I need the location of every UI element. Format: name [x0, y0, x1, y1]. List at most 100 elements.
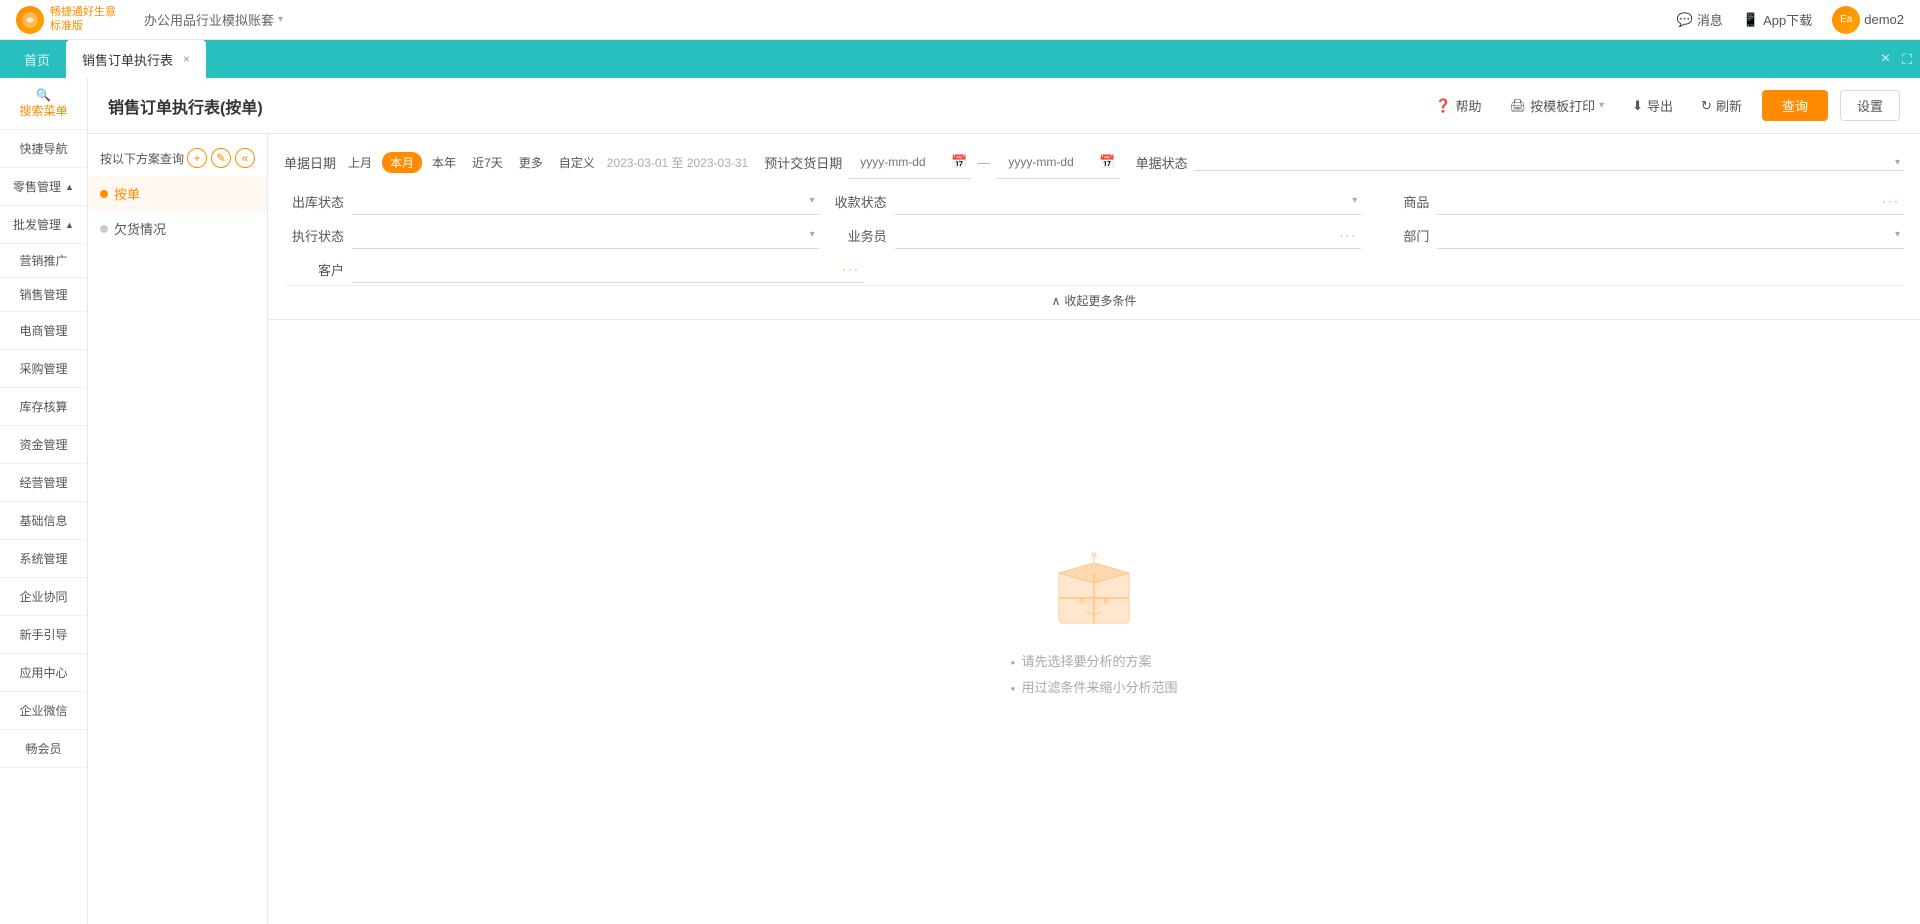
tab-bar: 首页 销售订单执行表 × × ⛶ — [0, 40, 1920, 78]
left-panel-actions: + ✎ « — [187, 148, 255, 168]
filter-form: 单据日期 上月 本月 本年 近7天 更多 自定义 2023-03-01 至 20… — [268, 134, 1920, 320]
filter-row-4: 客户 ··· — [284, 255, 1904, 283]
add-scheme-button[interactable]: + — [187, 148, 207, 168]
filter-row-2: 出库状态 ▾ 收款状态 ▾ 商品 ··· — [284, 187, 1904, 215]
message-icon: 💬 — [1677, 12, 1693, 28]
status-label: 单据状态 — [1136, 153, 1188, 172]
message-button[interactable]: 💬 消息 — [1677, 10, 1723, 29]
help-button[interactable]: ❓ 帮助 — [1427, 92, 1489, 119]
goods-field[interactable]: ··· — [1437, 187, 1904, 215]
empty-tip-1: 请先选择要分析的方案 — [1010, 649, 1177, 675]
expected-date-from-input[interactable] — [852, 148, 947, 176]
left-panel-header: 按以下方案查询 + ✎ « — [88, 144, 267, 176]
print-button[interactable]: 🖨 按模板打印 ▾ — [1502, 92, 1613, 119]
date-range-display: 2023-03-01 至 2023-03-31 — [607, 154, 748, 171]
scheme-item-backorder[interactable]: 欠货情况 — [88, 211, 267, 246]
expected-date-group: 预计交货日期 📅 — 📅 — [764, 146, 1119, 179]
exec-status-chevron: ▾ — [810, 229, 815, 240]
calendar-icon-from[interactable]: 📅 — [951, 154, 967, 170]
page-actions: ❓ 帮助 🖨 按模板打印 ▾ ⬇ 导出 ↻ 刷新 查询 设置 — [1427, 90, 1900, 121]
date-tab-custom[interactable]: 自定义 — [553, 152, 601, 173]
dept-field[interactable]: ▾ — [1437, 221, 1904, 249]
date-tab-this-year[interactable]: 本年 — [426, 152, 462, 173]
customer-label: 客户 — [284, 260, 344, 279]
scheme-item-single[interactable]: 按单 — [88, 176, 267, 211]
filter-row2-wrapper: 出库状态 ▾ 收款状态 ▾ 商品 ··· — [284, 187, 1904, 283]
sidebar-item-member[interactable]: 畅会员 — [0, 730, 87, 768]
sidebar-item-basic[interactable]: 基础信息 — [0, 502, 87, 540]
sidebar-item-collab[interactable]: 企业协同 — [0, 578, 87, 616]
sidebar-item-operations[interactable]: 经营管理 — [0, 464, 87, 502]
search-menu[interactable]: 🔍 搜索菜单 — [0, 78, 87, 130]
expected-date-to: 📅 — [996, 146, 1119, 179]
calendar-icon-to[interactable]: 📅 — [1099, 154, 1115, 170]
status-field[interactable]: ▾ — [1194, 155, 1904, 171]
sidebar-item-ecommerce[interactable]: 电商管理 — [0, 312, 87, 350]
exec-status-label: 执行状态 — [284, 226, 344, 245]
sidebar-item-finance[interactable]: 资金管理 — [0, 426, 87, 464]
left-panel-title: 按以下方案查询 — [100, 150, 184, 167]
empty-tip-2: 用过滤条件来缩小分析范围 — [1010, 675, 1177, 701]
help-icon: ❓ — [1435, 98, 1451, 114]
sidebar-item-appcenter[interactable]: 应用中心 — [0, 654, 87, 692]
sidebar: 🔍 搜索菜单 快捷导航 零售管理 ▲ 批发管理 ▲ 营销推广 销售管理 电商管理… — [0, 78, 88, 924]
empty-text-list: 请先选择要分析的方案 用过滤条件来缩小分析范围 — [1010, 649, 1177, 701]
goods-label: 商品 — [1369, 192, 1429, 211]
payment-chevron: ▾ — [1352, 195, 1357, 206]
payment-field[interactable]: ▾ — [895, 187, 1362, 215]
sidebar-item-sales[interactable]: 销售管理 — [0, 278, 87, 312]
refresh-button[interactable]: ↻ 刷新 — [1693, 92, 1750, 119]
sidebar-item-purchase[interactable]: 采购管理 — [0, 350, 87, 388]
customer-field[interactable]: ··· — [352, 255, 864, 283]
sidebar-item-system[interactable]: 系统管理 — [0, 540, 87, 578]
tab-close-icon[interactable]: × — [183, 52, 190, 66]
date-tab-last-month[interactable]: 上月 — [342, 152, 378, 173]
stockout-field[interactable]: ▾ — [352, 187, 819, 215]
query-button[interactable]: 查询 — [1762, 90, 1828, 121]
date-tab-7days[interactable]: 近7天 — [466, 152, 509, 173]
collapse-filter-button[interactable]: ∧ 收起更多条件 — [284, 285, 1904, 315]
header-right: 💬 消息 📱 App下载 Ea demo2 — [1677, 6, 1904, 34]
inactive-dot — [100, 225, 108, 233]
exec-status-field[interactable]: ▾ — [352, 221, 819, 249]
active-dot — [100, 190, 108, 198]
user-menu[interactable]: Ea demo2 — [1832, 6, 1904, 34]
collapse-icon: ∧ — [1052, 294, 1061, 308]
settings-button[interactable]: 设置 — [1840, 90, 1900, 121]
print-dropdown-icon: ▾ — [1599, 100, 1604, 111]
sidebar-item-enterprise-wechat[interactable]: 企业微信 — [0, 692, 87, 730]
salesperson-label: 业务员 — [827, 226, 887, 245]
main-layout: 🔍 搜索菜单 快捷导航 零售管理 ▲ 批发管理 ▲ 营销推广 销售管理 电商管理… — [0, 78, 1920, 924]
salesperson-field[interactable]: ··· — [895, 221, 1362, 249]
date-tab-more[interactable]: 更多 — [513, 152, 549, 173]
date-tab-this-month[interactable]: 本月 — [382, 152, 422, 173]
dept-chevron: ▾ — [1895, 229, 1900, 240]
sidebar-item-marketing[interactable]: 营销推广 — [0, 244, 87, 278]
close-window-icon[interactable]: × — [1881, 50, 1890, 68]
goods-dots: ··· — [1882, 194, 1900, 208]
tab-bar-right: × ⛶ — [1881, 50, 1912, 68]
breadcrumb[interactable]: 办公用品行业模拟账套 ▾ — [144, 10, 283, 29]
salesperson-dots: ··· — [1339, 228, 1357, 242]
date-separator: — — [977, 155, 990, 170]
export-icon: ⬇ — [1632, 98, 1643, 114]
sidebar-item-shortcut[interactable]: 快捷导航 — [0, 130, 87, 168]
tab-home[interactable]: 首页 — [8, 40, 66, 78]
status-chevron-icon: ▾ — [1895, 157, 1900, 168]
fullscreen-icon[interactable]: ⛶ — [1902, 51, 1912, 68]
sidebar-item-retail[interactable]: 零售管理 ▲ — [0, 168, 87, 206]
expected-date-to-input[interactable] — [1000, 148, 1095, 176]
date-tabs: 上月 本月 本年 近7天 更多 自定义 — [342, 152, 601, 173]
refresh-icon: ↻ — [1701, 98, 1712, 114]
sidebar-item-wholesale[interactable]: 批发管理 ▲ — [0, 206, 87, 244]
collapse-panel-button[interactable]: « — [235, 148, 255, 168]
tab-sales-order[interactable]: 销售订单执行表 × — [66, 40, 206, 78]
app-download-button[interactable]: 📱 App下载 — [1743, 10, 1812, 29]
export-button[interactable]: ⬇ 导出 — [1624, 92, 1681, 119]
sidebar-item-inventory[interactable]: 库存核算 — [0, 388, 87, 426]
sidebar-item-newguide[interactable]: 新手引导 — [0, 616, 87, 654]
filter-row-dates: 单据日期 上月 本月 本年 近7天 更多 自定义 2023-03-01 至 20… — [284, 146, 1904, 179]
stockout-label: 出库状态 — [284, 192, 344, 211]
download-icon: 📱 — [1743, 12, 1759, 28]
edit-scheme-button[interactable]: ✎ — [211, 148, 231, 168]
